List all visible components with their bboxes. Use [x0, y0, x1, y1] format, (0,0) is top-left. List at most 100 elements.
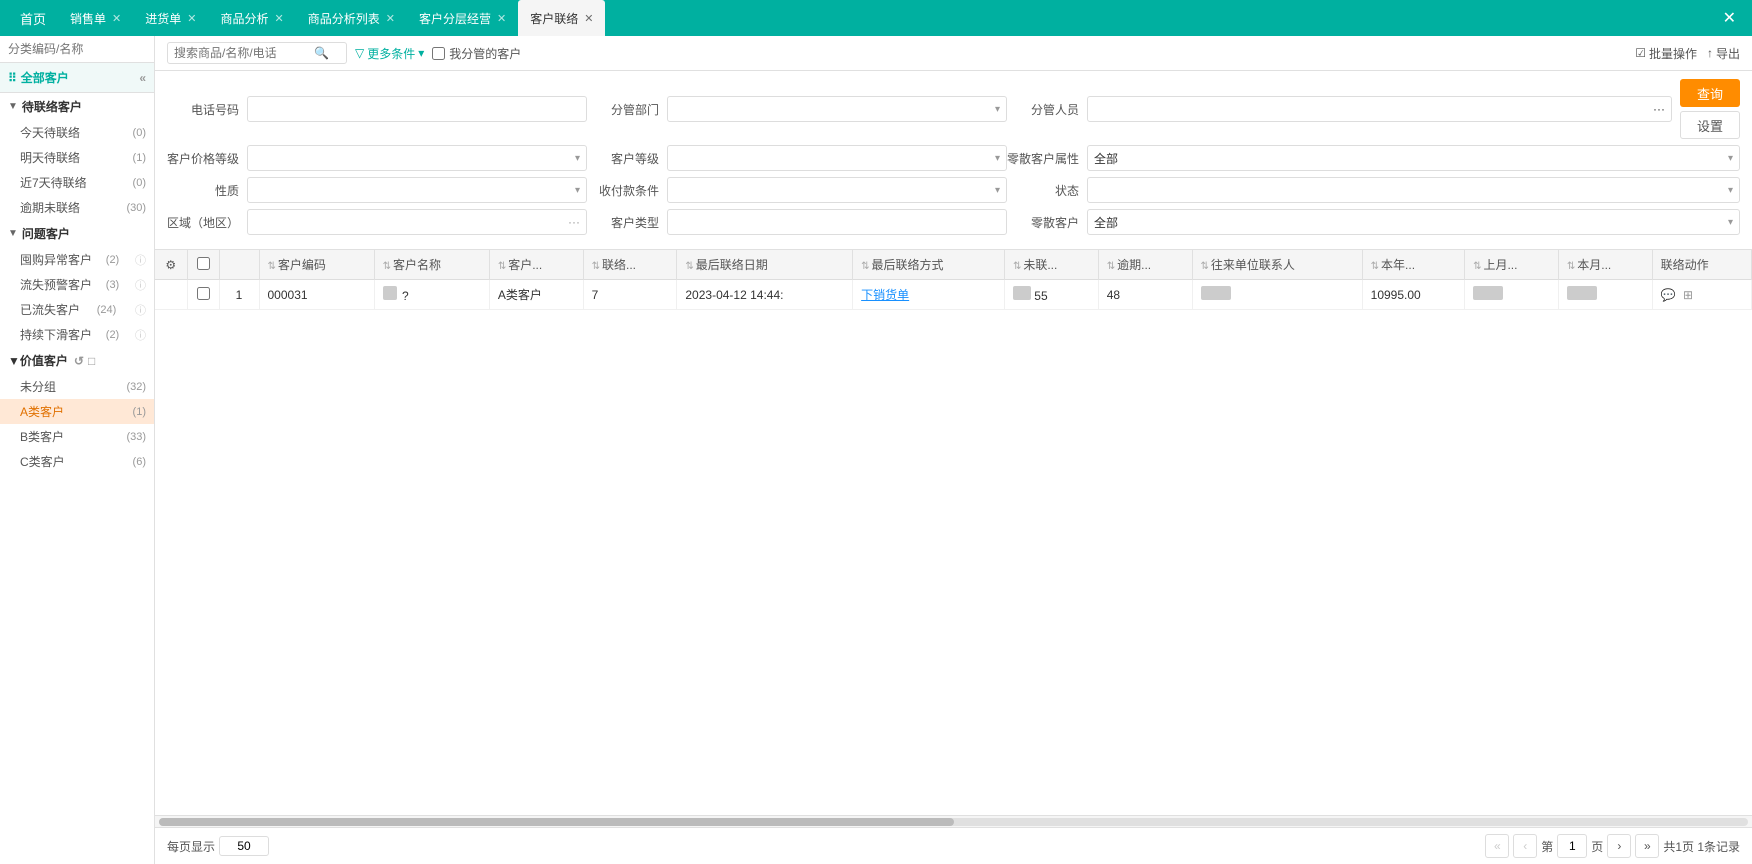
nav-home[interactable]: 首页: [8, 9, 58, 28]
sidebar-item-class-c[interactable]: C类客户 (6): [0, 449, 154, 474]
filter-icon: ▽: [355, 46, 364, 60]
th-this-year[interactable]: ⇅本年...: [1362, 250, 1464, 280]
select-all-checkbox[interactable]: [197, 257, 210, 270]
sidebar-item-overdue[interactable]: 逾期未联络 (30): [0, 195, 154, 220]
page-size-input[interactable]: [219, 836, 269, 856]
nature-select[interactable]: ▾: [247, 177, 587, 203]
filter-search-icon[interactable]: 🔍: [314, 46, 329, 60]
customer-level-field: 客户等级 ▾: [587, 145, 1007, 171]
add-group-icon[interactable]: □: [88, 354, 95, 368]
person-select[interactable]: ···: [1087, 96, 1672, 122]
th-last-date[interactable]: ⇅最后联络日期: [677, 250, 853, 280]
sidebar-search-input[interactable]: [8, 42, 155, 56]
close-all-tabs[interactable]: ✕: [1715, 8, 1744, 28]
nav-tab-customer-contact[interactable]: 客户联络 ✕: [518, 0, 605, 36]
status-select[interactable]: ▾: [1087, 177, 1740, 203]
nav-tab-sales[interactable]: 销售单 ✕: [58, 0, 133, 36]
customer-level-select[interactable]: ▾: [667, 145, 1007, 171]
sidebar-item-abnormal[interactable]: 囤购异常客户 (2) ⓘ: [0, 247, 154, 272]
prev-page-btn[interactable]: ‹: [1513, 834, 1537, 858]
sort-icon-this-month: ⇅: [1567, 261, 1575, 272]
sidebar-item-unclassified[interactable]: 未分组 (32): [0, 374, 154, 399]
grid-icon: ⠿: [8, 71, 17, 85]
td-check[interactable]: [187, 280, 219, 310]
page-number-input[interactable]: [1557, 834, 1587, 858]
filter-row-2: 客户价格等级 ▾ 客户等级 ▾ 零散客户属性 全部: [167, 145, 1740, 171]
qr-icon[interactable]: ⊞: [1683, 288, 1693, 302]
sidebar-item-class-b[interactable]: B类客户 (33): [0, 424, 154, 449]
th-name[interactable]: ⇅客户名称: [374, 250, 489, 280]
sidebar-collapse-btn[interactable]: «: [139, 71, 146, 85]
close-tab-sales[interactable]: ✕: [112, 12, 121, 25]
scrollbar-track[interactable]: [159, 818, 1748, 826]
sidebar-all-customers-header[interactable]: ⠿ 全部客户 «: [0, 63, 154, 93]
region-select[interactable]: ···: [247, 209, 587, 235]
my-customers-check[interactable]: [432, 47, 445, 60]
page-nav: « ‹ 第 页 › » 共1页 1条记录: [1485, 834, 1740, 858]
th-check[interactable]: [187, 250, 219, 280]
phone-input[interactable]: [247, 96, 587, 122]
td-last-method[interactable]: 下销货单: [853, 280, 1005, 310]
pagination-bar: 每页显示 « ‹ 第 页 › » 共1页 1条记录: [155, 827, 1752, 864]
th-no-contact[interactable]: ⇅未联...: [1004, 250, 1098, 280]
th-last-month[interactable]: ⇅上月...: [1465, 250, 1559, 280]
sort-icon-last-month: ⇅: [1473, 261, 1481, 272]
chevron-down-icon: ▾: [418, 46, 424, 60]
adv-filter-panel: 电话号码 分管部门 ▾ 分管人员 ···: [155, 71, 1752, 250]
settings-button[interactable]: 设置: [1680, 111, 1740, 139]
close-tab-customer-mgmt[interactable]: ✕: [497, 12, 506, 25]
arrow-down-icon2: ▼: [8, 228, 18, 239]
filter-search-input[interactable]: [174, 46, 314, 60]
row-checkbox[interactable]: [197, 287, 210, 300]
my-customers-checkbox[interactable]: 我分管的客户: [432, 45, 521, 62]
nav-tab-purchase[interactable]: 进货单 ✕: [133, 0, 208, 36]
sidebar-item-class-a[interactable]: A类客户 (1): [0, 399, 154, 424]
retail-customer-select[interactable]: 全部 ▾: [1087, 209, 1740, 235]
sort-icon-this-year: ⇅: [1371, 261, 1379, 272]
customer-type-select[interactable]: [667, 209, 1007, 235]
page-size-select: 每页显示: [167, 836, 269, 856]
th-overdue[interactable]: ⇅逾期...: [1098, 250, 1192, 280]
first-page-btn[interactable]: «: [1485, 834, 1509, 858]
nav-tab-customer-mgmt[interactable]: 客户分层经营 ✕: [407, 0, 518, 36]
last-method-link[interactable]: 下销货单: [861, 288, 909, 302]
th-last-method[interactable]: ⇅最后联络方式: [853, 250, 1005, 280]
th-gear[interactable]: ⚙: [155, 250, 187, 280]
sidebar-item-declining[interactable]: 持续下滑客户 (2) ⓘ: [0, 322, 154, 347]
export-btn[interactable]: ↑ 导出: [1707, 45, 1740, 62]
sidebar-item-churning[interactable]: 流失预警客户 (3) ⓘ: [0, 272, 154, 297]
sidebar-item-churned[interactable]: 已流失客户 (24) ⓘ: [0, 297, 154, 322]
last-page-btn[interactable]: »: [1635, 834, 1659, 858]
sidebar-item-tomorrow[interactable]: 明天待联络 (1): [0, 145, 154, 170]
nav-tab-analysis[interactable]: 商品分析 ✕: [208, 0, 295, 36]
refresh-icon[interactable]: ↺: [74, 354, 84, 368]
close-tab-purchase[interactable]: ✕: [187, 12, 196, 25]
batch-operations-btn[interactable]: ☑ 批量操作: [1635, 45, 1697, 62]
sidebar-item-7days[interactable]: 近7天待联络 (0): [0, 170, 154, 195]
filter-more-btn[interactable]: ▽ 更多条件 ▾: [355, 45, 424, 62]
filter-row-3: 性质 ▾ 收付款条件 ▾ 状态: [167, 177, 1740, 203]
th-type[interactable]: ⇅客户...: [489, 250, 583, 280]
close-tab-analysis[interactable]: ✕: [275, 12, 284, 25]
payment-select[interactable]: ▾: [667, 177, 1007, 203]
th-code[interactable]: ⇅客户编码: [259, 250, 374, 280]
scrollbar-thumb[interactable]: [159, 818, 954, 826]
retail-attr-select[interactable]: 全部 ▾: [1087, 145, 1740, 171]
price-level-select[interactable]: ▾: [247, 145, 587, 171]
th-this-month[interactable]: ⇅本月...: [1558, 250, 1652, 280]
query-button[interactable]: 查询: [1680, 79, 1740, 107]
horizontal-scrollbar[interactable]: [155, 815, 1752, 827]
dept-select[interactable]: ▾: [667, 96, 1007, 122]
table-area: ⚙ ⇅客户编码 ⇅客户名称 ⇅客户... ⇅联络... ⇅最后联络日期 ⇅最后联…: [155, 250, 1752, 815]
sidebar-value-section[interactable]: ▼ 价值客户 ↺ □: [0, 347, 154, 374]
sidebar-item-today[interactable]: 今天待联络 (0): [0, 120, 154, 145]
next-page-btn[interactable]: ›: [1607, 834, 1631, 858]
close-tab-customer-contact[interactable]: ✕: [584, 12, 593, 25]
sidebar-pending-section[interactable]: ▼ 待联络客户: [0, 93, 154, 120]
sidebar-problem-section[interactable]: ▼ 问题客户: [0, 220, 154, 247]
th-company-contact[interactable]: ⇅往来单位联系人: [1192, 250, 1362, 280]
chat-icon[interactable]: 💬: [1661, 288, 1676, 302]
th-contact[interactable]: ⇅联络...: [583, 250, 677, 280]
nav-tab-analysis-list[interactable]: 商品分析列表 ✕: [296, 0, 407, 36]
close-tab-analysis-list[interactable]: ✕: [386, 12, 395, 25]
